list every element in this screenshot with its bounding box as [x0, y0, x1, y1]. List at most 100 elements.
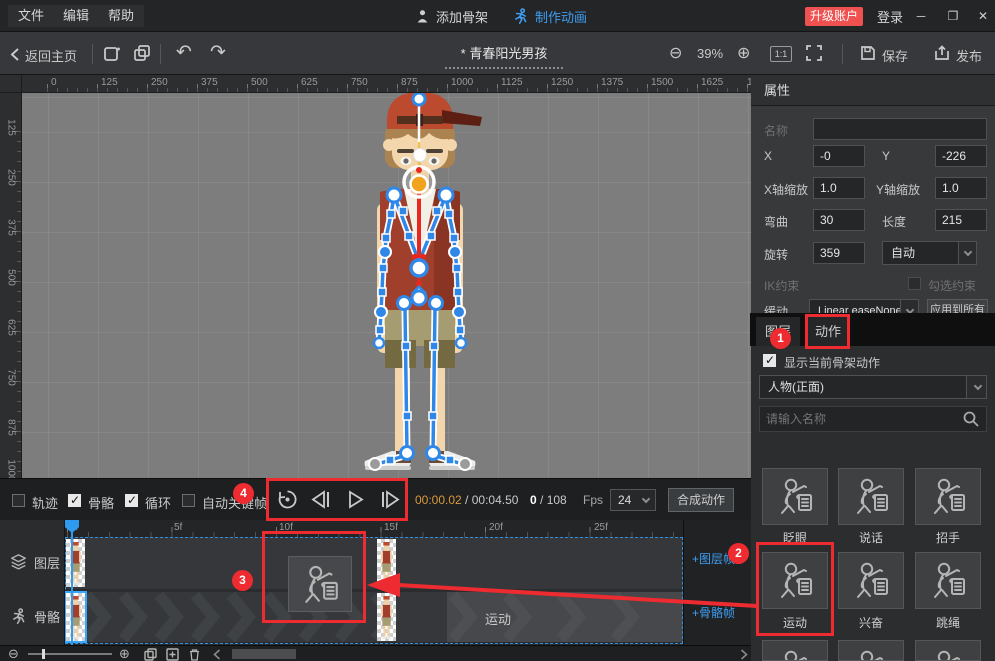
timeline-zoom-in-icon[interactable]: ⊕ [119, 646, 130, 661]
xscale-input[interactable] [813, 177, 865, 199]
show-current-checkbox[interactable] [763, 353, 776, 367]
timeline-zoom-out-icon[interactable]: ⊖ [8, 646, 19, 661]
rotate-mode-dropdown[interactable]: 自动 [882, 241, 977, 265]
ruler-tick: 625 [301, 77, 318, 88]
dropdown-arrow-box [966, 376, 986, 398]
layer-keyframe-0[interactable] [66, 539, 85, 587]
search-input[interactable] [759, 406, 987, 432]
back-home-button[interactable]: 返回主页 [25, 46, 77, 65]
frame-counter: 0 / 108 [530, 493, 567, 507]
back-chevron-icon[interactable] [10, 48, 19, 61]
chevron-down-icon [973, 381, 983, 391]
action-item-excited[interactable] [838, 552, 904, 609]
yscale-input[interactable] [935, 177, 987, 199]
frame-tick: 25f [594, 522, 608, 533]
new-frame-icon[interactable] [104, 45, 121, 62]
redo-icon[interactable]: ↷ [210, 41, 226, 64]
add-layer-frame-button[interactable]: +图层帧 [692, 550, 735, 567]
fullscreen-icon[interactable] [806, 45, 822, 61]
action-item-partial[interactable] [838, 640, 904, 661]
ik-checkbox[interactable] [908, 277, 921, 290]
frame-current: 0 [530, 493, 537, 507]
character-with-skeleton[interactable] [330, 88, 510, 478]
y-label: Y [882, 149, 891, 163]
action-item-partial[interactable] [915, 640, 981, 661]
action-item-motion[interactable] [762, 552, 828, 609]
publish-button[interactable]: 发布 [956, 46, 982, 65]
playback-options-bar: 轨迹 骨骼 循环 自动关键帧 00:00.02 / 00:04.50 0 / 1… [0, 478, 751, 520]
zoom-out-icon[interactable]: ⊖ [669, 43, 682, 63]
timeline-zoom-handle[interactable] [42, 649, 45, 659]
upgrade-account-button[interactable]: 升级账户 [805, 7, 863, 26]
trash-icon[interactable] [188, 648, 201, 661]
tab-action[interactable]: 动作 [806, 317, 850, 346]
tab-layer[interactable]: 图层 [756, 317, 800, 346]
time-total: 00:04.50 [471, 493, 519, 507]
name-input[interactable] [813, 118, 987, 140]
layer-keyframe-15[interactable] [377, 539, 396, 587]
make-animation-button[interactable]: 制作动画 [512, 0, 587, 32]
prev-frame-icon[interactable] [310, 489, 332, 510]
add-bone-frame-button[interactable]: +骨骼帧 [692, 604, 735, 621]
compose-action-button[interactable]: 合成动作 [668, 488, 734, 512]
action-item-jumprope[interactable] [915, 552, 981, 609]
timeline-zoom-slider[interactable] [28, 653, 112, 655]
search-icon[interactable] [963, 411, 979, 427]
minimize-button[interactable]: ─ [908, 0, 934, 32]
bone-checkbox[interactable] [68, 493, 81, 507]
restart-icon[interactable] [277, 489, 298, 510]
action-label: 运动 [782, 616, 807, 630]
timeline-bottom-bar: ⊖ ⊕ [0, 645, 751, 661]
time-current: 00:00.02 [415, 493, 462, 507]
paste-frame-icon[interactable] [166, 648, 179, 661]
duplicate-icon[interactable] [134, 45, 151, 62]
bone-track-label[interactable]: 骨骼 [10, 607, 60, 626]
login-button[interactable]: 登录 [877, 0, 903, 32]
category-dropdown[interactable]: 人物(正面) [759, 375, 987, 399]
layer-track-label[interactable]: 图层 [10, 553, 60, 572]
save-icon[interactable] [860, 45, 876, 61]
close-button[interactable]: ✕ [970, 0, 995, 32]
undo-icon[interactable]: ↶ [176, 41, 192, 64]
y-input[interactable] [935, 145, 987, 167]
rotate-input[interactable] [813, 242, 865, 264]
scroll-right-icon[interactable] [740, 649, 748, 660]
document-title[interactable]: * 青春阳光男孩 [445, 43, 563, 69]
menu-edit[interactable]: 编辑 [53, 5, 100, 27]
bone-track[interactable]: 运动 [65, 592, 683, 642]
playhead-line[interactable] [71, 520, 73, 645]
motion-clip[interactable]: 运动 [447, 592, 683, 642]
actual-size-button[interactable]: 1:1 [770, 46, 792, 62]
timeline-ruler[interactable]: 0f 5f 10f 15f 20f 25f [65, 520, 683, 537]
save-button[interactable]: 保存 [882, 46, 908, 65]
loop-checkbox[interactable] [125, 493, 138, 507]
ruler-tick: 125 [5, 119, 17, 136]
trail-checkbox[interactable] [12, 494, 25, 507]
autokey-checkbox[interactable] [182, 494, 195, 507]
ruler-tick: 1000 [451, 77, 474, 88]
maximize-button[interactable]: ❐ [940, 0, 966, 32]
action-item-partial[interactable] [762, 640, 828, 661]
play-icon[interactable] [346, 489, 366, 510]
length-input[interactable] [935, 209, 987, 231]
copy-frame-icon[interactable] [144, 648, 157, 661]
fps-dropdown[interactable]: 24 [610, 489, 656, 511]
bone-keyframe-15[interactable] [377, 593, 396, 641]
menu-file[interactable]: 文件 [8, 5, 55, 27]
publish-icon[interactable] [934, 45, 950, 61]
bend-input[interactable] [813, 209, 865, 231]
action-item-blink[interactable] [762, 468, 828, 525]
timeline-scrollbar-thumb[interactable] [232, 649, 296, 659]
next-frame-icon[interactable] [379, 489, 401, 510]
layer-track[interactable] [65, 537, 683, 589]
action-item-wave[interactable] [915, 468, 981, 525]
stage-canvas[interactable]: 0 125 250 375 500 625 750 875 1000 1125 … [0, 75, 751, 478]
dragged-action-ghost[interactable] [288, 556, 352, 612]
x-input[interactable] [813, 145, 865, 167]
add-skeleton-button[interactable]: 添加骨架 [415, 0, 488, 32]
zoom-in-icon[interactable]: ⊕ [737, 43, 750, 63]
menu-help[interactable]: 帮助 [98, 5, 145, 27]
bone-keyframe-0[interactable] [64, 591, 87, 643]
action-item-talk[interactable] [838, 468, 904, 525]
scroll-left-icon[interactable] [213, 649, 221, 660]
